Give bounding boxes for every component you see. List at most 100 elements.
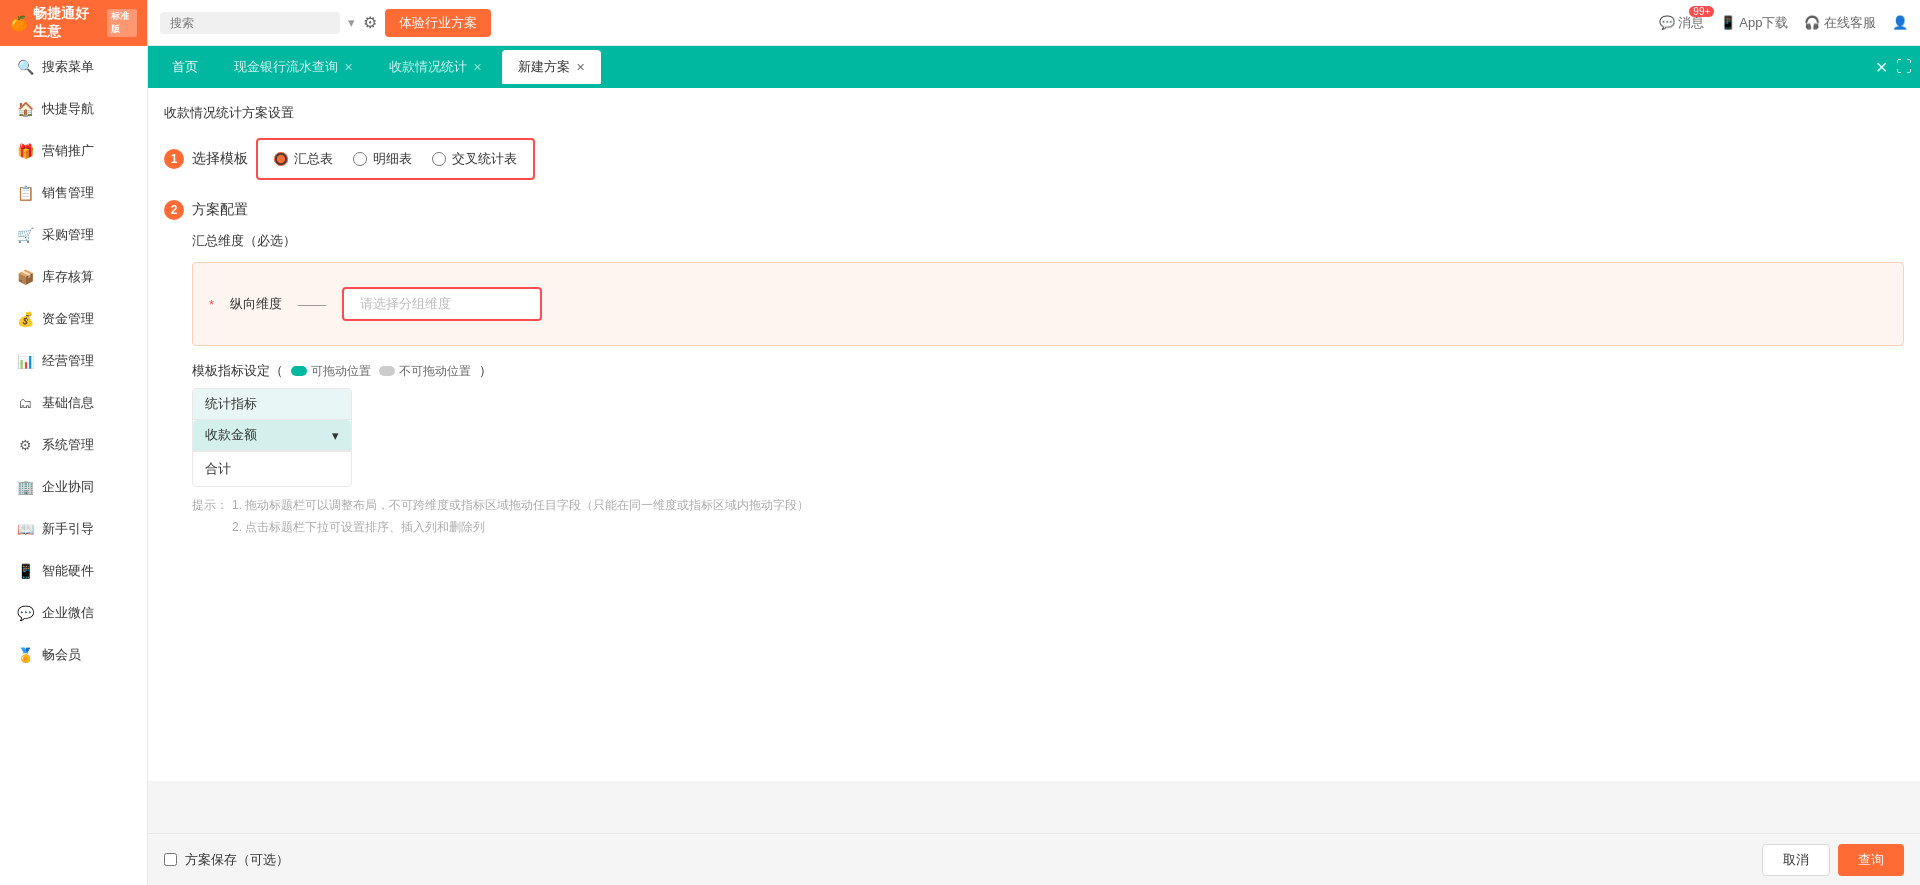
- sidebar-item-label: 营销推广: [42, 142, 94, 160]
- radio-summary[interactable]: 汇总表: [274, 150, 333, 168]
- sidebar-item-wechat[interactable]: 💬 企业微信: [0, 592, 147, 634]
- radio-detail-input[interactable]: [353, 152, 367, 166]
- sidebar-item-basic[interactable]: 🗂 基础信息: [0, 382, 147, 424]
- radio-cross-input[interactable]: [432, 152, 446, 166]
- footer: 方案保存（可选） 取消 查询: [148, 833, 1920, 885]
- sidebar-item-purchase[interactable]: 🛒 采购管理: [0, 214, 147, 256]
- cell-subtotal-label: 合计: [205, 461, 231, 476]
- sidebar-item-label: 企业协同: [42, 478, 94, 496]
- tips-content: 1. 拖动标题栏可以调整布局，不可跨维度或指标区域拖动任目字段（只能在同一维度或…: [232, 495, 809, 538]
- metrics-column-header[interactable]: 收款金额 ▾: [193, 420, 351, 451]
- quick-nav-icon: 🏠: [16, 100, 34, 118]
- metrics-table: 统计指标 收款金额 ▾ 合计: [192, 388, 352, 487]
- step1-number: 1: [164, 149, 184, 169]
- sidebar-item-finance[interactable]: 💰 资金管理: [0, 298, 147, 340]
- column1-dropdown-icon[interactable]: ▾: [332, 428, 339, 443]
- sidebar-item-label: 企业微信: [42, 604, 94, 622]
- tab-payment-stat[interactable]: 收款情况统计 ✕: [373, 50, 498, 84]
- radio-detail[interactable]: 明细表: [353, 150, 412, 168]
- column1-label: 收款金额: [205, 426, 257, 444]
- footer-actions: 取消 查询: [1762, 844, 1904, 876]
- sidebar-item-label: 采购管理: [42, 226, 94, 244]
- sidebar-item-label: 资金管理: [42, 310, 94, 328]
- tip-item-2: 2. 点击标题栏下拉可设置排序、插入列和删除列: [232, 517, 809, 539]
- sidebar-item-inventory[interactable]: 📦 库存核算: [0, 256, 147, 298]
- dimension-section-title: 汇总维度（必选）: [192, 232, 1904, 250]
- topbar: ▾ ⚙ 体验行业方案 💬 消息 99+ 📱 App下载 🎧 在线客服 👤: [148, 0, 1920, 46]
- industry-button[interactable]: 体验行业方案: [385, 9, 491, 37]
- tab-expand-icon[interactable]: ⛶: [1896, 58, 1912, 77]
- metrics-cell-subtotal: 合计: [193, 452, 351, 486]
- metrics-title: 模板指标设定（: [192, 362, 283, 380]
- radio-group-templates: 汇总表 明细表 交叉统计表: [274, 150, 517, 168]
- gear-icon[interactable]: ⚙: [363, 13, 377, 32]
- app-logo: 🍊 畅捷通好生意 标准版: [0, 0, 147, 46]
- save-plan-checkbox[interactable]: [164, 853, 177, 866]
- tab-home[interactable]: 首页: [156, 50, 214, 84]
- guide-icon: 📖: [16, 520, 34, 538]
- radio-cross[interactable]: 交叉统计表: [432, 150, 517, 168]
- download-link[interactable]: 📱 App下载: [1720, 14, 1788, 32]
- tab-new-plan-close[interactable]: ✕: [576, 61, 585, 74]
- radio-cross-label: 交叉统计表: [452, 150, 517, 168]
- tab-payment-stat-close[interactable]: ✕: [473, 61, 482, 74]
- sidebar-item-operations[interactable]: 📊 经营管理: [0, 340, 147, 382]
- step2-label: 方案配置: [192, 201, 248, 219]
- sidebar-item-label: 畅会员: [42, 646, 81, 664]
- tip-1-text: 1. 拖动标题栏可以调整布局，不可跨维度或指标区域拖动任目字段（只能在同一维度或…: [232, 495, 809, 517]
- non-draggable-hint-box: [379, 366, 395, 376]
- metrics-header: 模板指标设定（ 可拖动位置 不可拖动位置 ）: [192, 362, 1904, 380]
- message-badge[interactable]: 💬 消息 99+: [1659, 14, 1705, 32]
- sidebar-item-marketing[interactable]: 🎁 营销推广: [0, 130, 147, 172]
- radio-summary-input[interactable]: [274, 152, 288, 166]
- draggable-hint: 可拖动位置: [291, 363, 371, 380]
- basic-icon: 🗂: [16, 394, 34, 412]
- step1-section: 1 选择模板 汇总表 明细表: [164, 138, 1904, 180]
- tab-cashflow[interactable]: 现金银行流水查询 ✕: [218, 50, 369, 84]
- sidebar-item-system[interactable]: ⚙ 系统管理: [0, 424, 147, 466]
- sidebar-item-quick-nav[interactable]: 🏠 快捷导航: [0, 88, 147, 130]
- vertical-dimension-label: 纵向维度: [230, 295, 282, 313]
- smart-hw-icon: 📱: [16, 562, 34, 580]
- page-title: 收款情况统计方案设置: [164, 104, 1904, 122]
- arrow-icon: ——: [298, 296, 326, 312]
- metrics-table-header: 统计指标: [193, 389, 351, 420]
- sidebar-item-label: 销售管理: [42, 184, 94, 202]
- app-logo-icon: 🍊: [10, 15, 27, 31]
- cancel-button[interactable]: 取消: [1762, 844, 1830, 876]
- tab-new-plan[interactable]: 新建方案 ✕: [502, 50, 601, 84]
- save-plan-label: 方案保存（可选）: [185, 851, 289, 869]
- search-dropdown-icon[interactable]: ▾: [348, 15, 355, 30]
- finance-icon: 💰: [16, 310, 34, 328]
- sidebar-item-member[interactable]: 🏅 畅会员: [0, 634, 147, 676]
- tips-prefix: 提示：: [192, 495, 228, 517]
- sidebar-item-search-menu[interactable]: 🔍 搜索菜单: [0, 46, 147, 88]
- sidebar-item-guide[interactable]: 📖 新手引导: [0, 508, 147, 550]
- enterprise-icon: 🏢: [16, 478, 34, 496]
- sidebar-item-enterprise[interactable]: 🏢 企业协同: [0, 466, 147, 508]
- search-input[interactable]: [160, 12, 340, 34]
- topbar-right: 💬 消息 99+ 📱 App下载 🎧 在线客服 👤: [1659, 14, 1908, 32]
- sidebar-item-sales[interactable]: 📋 销售管理: [0, 172, 147, 214]
- sidebar: 🍊 畅捷通好生意 标准版 🔍 搜索菜单 🏠 快捷导航 🎁 营销推广 📋 销售管理…: [0, 0, 148, 885]
- user-avatar[interactable]: 👤: [1892, 15, 1908, 30]
- tabbar-actions: ✕ ⛶: [1875, 58, 1912, 77]
- message-label: 消息: [1678, 15, 1704, 30]
- sidebar-item-label: 基础信息: [42, 394, 94, 412]
- message-count: 99+: [1689, 6, 1714, 17]
- draggable-label: 可拖动位置: [311, 363, 371, 380]
- operations-icon: 📊: [16, 352, 34, 370]
- query-button[interactable]: 查询: [1838, 844, 1904, 876]
- support-link[interactable]: 🎧 在线客服: [1804, 14, 1876, 32]
- dimension-select[interactable]: 请选择分组维度: [342, 287, 542, 321]
- step2-header: 2 方案配置: [164, 200, 1904, 220]
- tab-close-all-icon[interactable]: ✕: [1875, 58, 1888, 77]
- sidebar-item-label: 库存核算: [42, 268, 94, 286]
- app-name: 畅捷通好生意: [33, 5, 101, 41]
- tab-cashflow-close[interactable]: ✕: [344, 61, 353, 74]
- tab-cashflow-label: 现金银行流水查询: [234, 58, 338, 76]
- sidebar-item-smart-hw[interactable]: 📱 智能硬件: [0, 550, 147, 592]
- system-icon: ⚙: [16, 436, 34, 454]
- sidebar-item-label: 新手引导: [42, 520, 94, 538]
- content-inner: 收款情况统计方案设置 1 选择模板 汇总表: [148, 88, 1920, 781]
